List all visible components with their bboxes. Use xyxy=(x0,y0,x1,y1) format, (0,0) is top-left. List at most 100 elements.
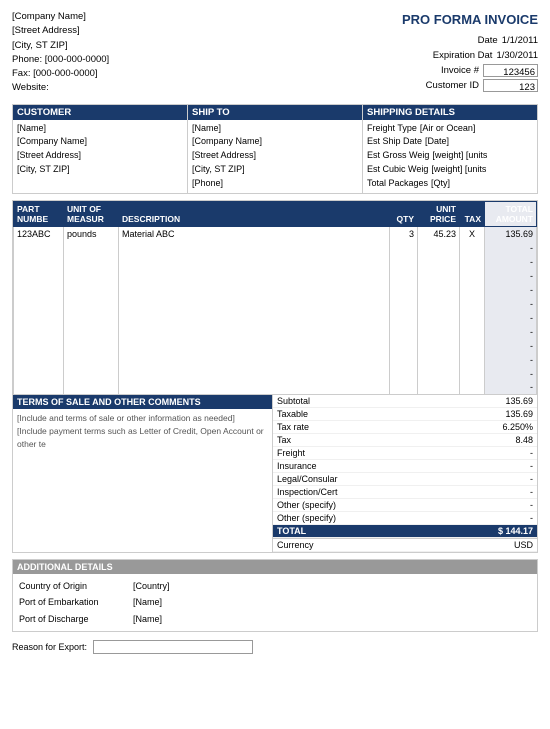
cell-unit xyxy=(64,311,119,325)
th-qty: QTY xyxy=(390,202,418,227)
cell-part: 123ABC xyxy=(14,227,64,241)
cell-price xyxy=(418,297,460,311)
table-header-row: PART NUMBE UNIT OF MEASUR DESCRIPTION QT… xyxy=(14,202,537,227)
discharge-row: Port of Discharge [Name] xyxy=(19,611,531,627)
cubic-val: [weight] [units xyxy=(431,163,486,177)
other2-val: - xyxy=(483,513,533,523)
cell-tax xyxy=(460,353,485,367)
cell-total: - xyxy=(485,283,537,297)
cell-price xyxy=(418,353,460,367)
cell-desc xyxy=(119,339,390,353)
customer-id-input[interactable]: 123 xyxy=(483,79,538,92)
cell-part xyxy=(14,367,64,381)
cell-price xyxy=(418,311,460,325)
cell-desc xyxy=(119,353,390,367)
cell-part xyxy=(14,241,64,255)
customer-id-row: Customer ID 123 xyxy=(402,78,538,93)
ship-to-body: [Name] [Company Name] [Street Address] [… xyxy=(188,120,362,194)
terms-header: TERMS OF SALE AND OTHER COMMENTS xyxy=(13,395,272,409)
shipping-body: Freight Type [Air or Ocean] Est Ship Dat… xyxy=(363,120,537,194)
invoice-meta: PRO FORMA INVOICE Date 1/1/2011 Expirati… xyxy=(402,10,538,96)
reason-input[interactable] xyxy=(93,640,253,654)
origin-val: [Country] xyxy=(133,578,170,594)
table-row: - xyxy=(14,297,537,311)
table-row: - xyxy=(14,283,537,297)
cell-qty xyxy=(390,325,418,339)
customer-street: [Street Address] xyxy=(17,149,183,163)
cell-desc xyxy=(119,283,390,297)
invoice-num-label: Invoice # xyxy=(441,63,479,78)
cell-tax xyxy=(460,311,485,325)
subtotal-val: 135.69 xyxy=(483,396,533,406)
ship-date-row: Est Ship Date [Date] xyxy=(367,135,533,149)
th-unit: UNIT OF MEASUR xyxy=(64,202,119,227)
customer-col: CUSTOMER [Name] [Company Name] [Street A… xyxy=(13,105,188,194)
inspection-val: - xyxy=(483,487,533,497)
taxrate-label: Tax rate xyxy=(277,422,309,432)
table-row: - xyxy=(14,241,537,255)
cell-price xyxy=(418,325,460,339)
cell-qty xyxy=(390,381,418,395)
cell-total: - xyxy=(485,241,537,255)
reason-label: Reason for Export: xyxy=(12,642,87,652)
tax-label: Tax xyxy=(277,435,291,445)
terms-col: TERMS OF SALE AND OTHER COMMENTS [Includ… xyxy=(13,395,273,552)
cell-desc xyxy=(119,325,390,339)
shipping-header: SHIPPING DETAILS xyxy=(363,105,537,120)
cell-part xyxy=(14,353,64,367)
cell-total: - xyxy=(485,339,537,353)
cell-tax xyxy=(460,269,485,283)
cell-desc xyxy=(119,381,390,395)
taxable-row: Taxable 135.69 xyxy=(273,408,537,421)
cell-total: - xyxy=(485,311,537,325)
total-val: $ 144.17 xyxy=(483,526,533,536)
cell-unit xyxy=(64,297,119,311)
table-row: - xyxy=(14,311,537,325)
cell-tax: X xyxy=(460,227,485,241)
customer-company: [Company Name] xyxy=(17,135,183,149)
cell-total: 135.69 xyxy=(485,227,537,241)
freight-total-val: - xyxy=(483,448,533,458)
cell-total: - xyxy=(485,367,537,381)
cell-qty xyxy=(390,311,418,325)
cell-price xyxy=(418,241,460,255)
cell-part xyxy=(14,297,64,311)
customer-name: [Name] xyxy=(17,122,183,136)
currency-row: Currency USD xyxy=(273,538,537,552)
expiry-label: Expiration Dat xyxy=(433,48,493,63)
cell-price xyxy=(418,381,460,395)
expiry-row: Expiration Dat 1/30/2011 xyxy=(402,48,538,63)
table-row: 123ABC pounds Material ABC 3 45.23 X 135… xyxy=(14,227,537,241)
ship-phone: [Phone] xyxy=(192,177,358,191)
city-zip: [City, ST ZIP] xyxy=(12,39,109,53)
invoice-header: [Company Name] [Street Address] [City, S… xyxy=(12,10,538,96)
legal-label: Legal/Consular xyxy=(277,474,338,484)
invoice-num-input[interactable]: 123456 xyxy=(483,64,538,77)
other1-label: Other (specify) xyxy=(277,500,336,510)
freight-total-label: Freight xyxy=(277,448,305,458)
cubic-label: Est Cubic Weig xyxy=(367,163,428,177)
origin-label: Country of Origin xyxy=(19,578,129,594)
cell-unit xyxy=(64,325,119,339)
cell-unit xyxy=(64,381,119,395)
inspection-row: Inspection/Cert - xyxy=(273,486,537,499)
other2-row: Other (specify) - xyxy=(273,512,537,525)
sender-info: [Company Name] [Street Address] [City, S… xyxy=(12,10,109,96)
table-row: - xyxy=(14,353,537,367)
gross-row: Est Gross Weig [weight] [units xyxy=(367,149,533,163)
table-row: - xyxy=(14,367,537,381)
taxable-val: 135.69 xyxy=(483,409,533,419)
cell-qty: 3 xyxy=(390,227,418,241)
date-value: 1/1/2011 xyxy=(502,33,538,48)
taxrate-val: 6.250% xyxy=(483,422,533,432)
cell-price xyxy=(418,255,460,269)
table-row: - xyxy=(14,269,537,283)
cell-desc xyxy=(119,297,390,311)
customer-id-label: Customer ID xyxy=(426,78,479,93)
discharge-label: Port of Discharge xyxy=(19,611,129,627)
bottom-section: TERMS OF SALE AND OTHER COMMENTS [Includ… xyxy=(12,395,538,553)
cell-qty xyxy=(390,241,418,255)
table-row: - xyxy=(14,339,537,353)
cell-price xyxy=(418,269,460,283)
other1-row: Other (specify) - xyxy=(273,499,537,512)
